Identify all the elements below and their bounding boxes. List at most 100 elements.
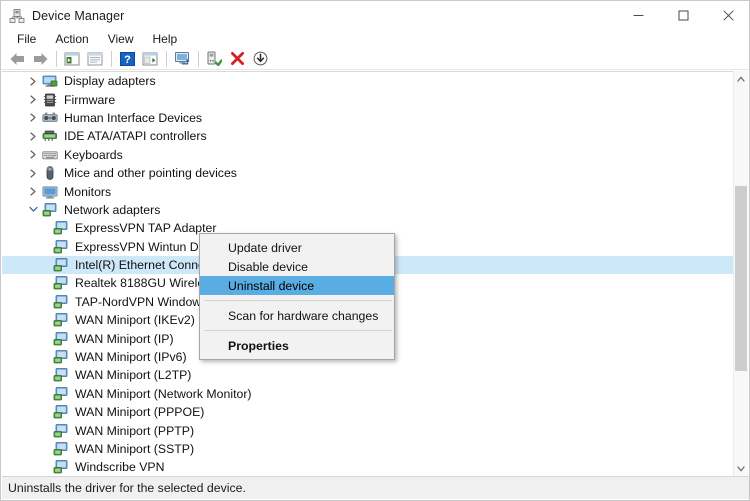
show-hide-console-tree-icon[interactable] <box>61 49 83 69</box>
tree-item-windscribe-vpn[interactable]: Windscribe VPN <box>2 458 735 476</box>
tree-item-label: Mice and other pointing devices <box>64 165 237 181</box>
tree-item-firmware[interactable]: Firmware <box>2 90 735 108</box>
tree-item-keyboards[interactable]: Keyboards <box>2 146 735 164</box>
window-title: Device Manager <box>32 9 124 23</box>
network-adapter-icon <box>53 441 69 457</box>
tree-item-label: ExpressVPN TAP Adapter <box>75 220 217 236</box>
tree-item-wan-miniport-network-monitor[interactable]: WAN Miniport (Network Monitor) <box>2 385 735 403</box>
network-adapter-icon <box>53 312 69 328</box>
svg-text:?: ? <box>124 54 131 66</box>
update-driver-icon[interactable] <box>203 49 225 69</box>
device-manager-window: Device Manager File Action View Help <box>0 0 750 501</box>
window-controls <box>616 1 750 30</box>
uninstall-device-icon[interactable] <box>226 49 248 69</box>
mouse-icon <box>42 165 58 181</box>
network-adapter-icon <box>53 459 69 475</box>
status-bar: Uninstalls the driver for the selected d… <box>2 476 750 499</box>
forward-icon[interactable] <box>29 49 51 69</box>
tree-item-ide-ata-atapi-controllers[interactable]: IDE ATA/ATAPI controllers <box>2 127 735 145</box>
tree-item-wan-miniport-l2tp[interactable]: WAN Miniport (L2TP) <box>2 366 735 384</box>
tree-item-label: WAN Miniport (PPPOE) <box>75 404 204 420</box>
context-menu-item-scan-for-hardware-changes[interactable]: Scan for hardware changes <box>200 306 394 325</box>
context-menu-item-disable-device[interactable]: Disable device <box>200 257 394 276</box>
separator-1 <box>56 51 57 67</box>
menu-file[interactable]: File <box>9 31 45 48</box>
scroll-down-button[interactable] <box>734 461 748 477</box>
vertical-scrollbar[interactable] <box>733 71 748 477</box>
network-adapter-icon <box>53 349 69 365</box>
tree-item-label: Human Interface Devices <box>64 110 202 126</box>
close-button[interactable] <box>706 1 750 30</box>
toolbar: ? <box>1 48 750 70</box>
tree-item-mice-and-other-pointing-devices[interactable]: Mice and other pointing devices <box>2 164 735 182</box>
separator-4 <box>198 51 199 67</box>
tree-item-label: WAN Miniport (IKEv2) <box>75 312 195 328</box>
ide-controller-icon <box>42 128 58 144</box>
device-properties-icon[interactable] <box>139 49 161 69</box>
tree-item-wan-miniport-pppoe[interactable]: WAN Miniport (PPPOE) <box>2 403 735 421</box>
scroll-up-button[interactable] <box>734 71 748 87</box>
network-adapter-icon <box>53 294 69 310</box>
context-menu-item-properties[interactable]: Properties <box>200 336 394 355</box>
tree-item-label: Windscribe VPN <box>75 459 165 475</box>
status-message: Uninstalls the driver for the selected d… <box>2 481 246 495</box>
device-manager-icon <box>9 8 25 24</box>
network-adapter-icon <box>53 404 69 420</box>
minimize-button[interactable] <box>616 1 661 30</box>
context-menu-separator <box>204 300 392 301</box>
menu-help[interactable]: Help <box>145 31 187 48</box>
title-bar: Device Manager <box>1 1 750 30</box>
tree-item-label: IDE ATA/ATAPI controllers <box>64 128 207 144</box>
chevron-right-icon[interactable] <box>24 77 42 86</box>
context-menu: Update driver Disable device Uninstall d… <box>199 233 395 360</box>
tree-item-network-adapters[interactable]: Network adapters <box>2 201 735 219</box>
maximize-button[interactable] <box>661 1 706 30</box>
menu-view[interactable]: View <box>100 31 143 48</box>
chevron-right-icon[interactable] <box>24 95 42 104</box>
tree-item-label: WAN Miniport (IP) <box>75 331 174 347</box>
keyboard-icon <box>42 147 58 163</box>
display-adapter-icon <box>42 73 58 89</box>
monitor-icon <box>42 184 58 200</box>
tree-item-label: WAN Miniport (PPTP) <box>75 423 194 439</box>
chevron-right-icon[interactable] <box>24 150 42 159</box>
menu-action[interactable]: Action <box>47 31 97 48</box>
network-adapter-icon <box>53 423 69 439</box>
chevron-right-icon[interactable] <box>24 187 42 196</box>
scan-for-hardware-changes-icon[interactable] <box>171 49 193 69</box>
properties-window-icon[interactable] <box>84 49 106 69</box>
tree-item-label: Display adapters <box>64 73 156 89</box>
tree-item-label: Monitors <box>64 184 111 200</box>
chevron-right-icon[interactable] <box>24 169 42 178</box>
help-icon[interactable]: ? <box>116 49 138 69</box>
separator-2 <box>111 51 112 67</box>
tree-item-monitors[interactable]: Monitors <box>2 182 735 200</box>
network-adapter-icon <box>53 239 69 255</box>
network-adapter-icon <box>53 257 69 273</box>
chevron-down-icon[interactable] <box>24 206 42 213</box>
tree-item-label: Keyboards <box>64 147 123 163</box>
chevron-right-icon[interactable] <box>24 132 42 141</box>
tree-item-label: WAN Miniport (Network Monitor) <box>75 386 252 402</box>
tree-item-label: WAN Miniport (L2TP) <box>75 367 191 383</box>
tree-item-human-interface-devices[interactable]: Human Interface Devices <box>2 109 735 127</box>
context-menu-item-update-driver[interactable]: Update driver <box>200 238 394 257</box>
tree-item-display-adapters[interactable]: Display adapters <box>2 72 735 90</box>
network-adapter-icon <box>53 367 69 383</box>
tree-item-wan-miniport-sstp[interactable]: WAN Miniport (SSTP) <box>2 440 735 458</box>
menu-bar: File Action View Help <box>1 30 750 48</box>
network-adapter-icon <box>53 275 69 291</box>
hid-icon <box>42 110 58 126</box>
firmware-icon <box>42 92 58 108</box>
network-adapter-icon <box>42 202 58 218</box>
disable-device-icon[interactable] <box>249 49 271 69</box>
context-menu-separator <box>204 330 392 331</box>
tree-item-wan-miniport-pptp[interactable]: WAN Miniport (PPTP) <box>2 421 735 439</box>
tree-item-label: WAN Miniport (IPv6) <box>75 349 187 365</box>
tree-item-label: WAN Miniport (SSTP) <box>75 441 194 457</box>
network-adapter-icon <box>53 220 69 236</box>
chevron-right-icon[interactable] <box>24 113 42 122</box>
back-icon[interactable] <box>6 49 28 69</box>
scrollbar-thumb[interactable] <box>735 186 747 371</box>
context-menu-item-uninstall-device[interactable]: Uninstall device <box>200 276 394 295</box>
